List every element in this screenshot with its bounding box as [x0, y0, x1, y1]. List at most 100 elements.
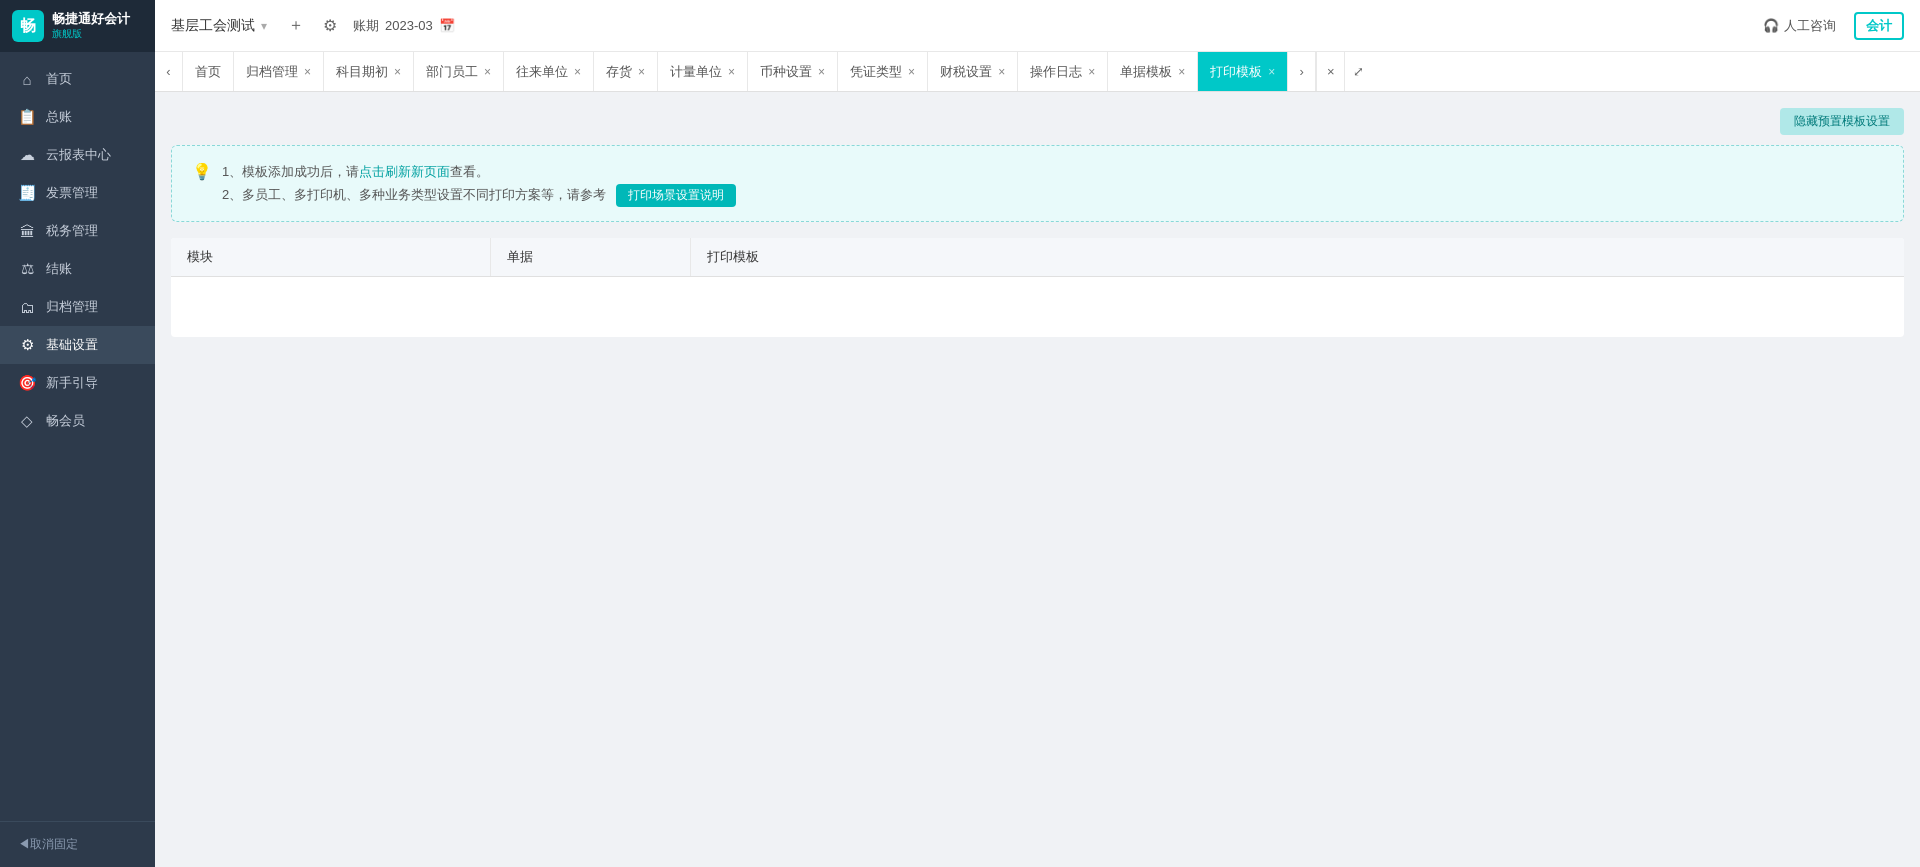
topbar-actions: ＋ ⚙ [283, 13, 343, 39]
nav-label-invoice: 发票管理 [46, 184, 98, 202]
tab-close-all-button[interactable]: × [1316, 52, 1344, 92]
sidebar: 畅 畅捷通好会计 旗舰版 ⌂ 首页 📋 总账 ☁云报表中心🧾发票管理 🏛 税务管理 ⚖结账🗂归… [0, 0, 155, 867]
tab-close-unit[interactable]: × [728, 65, 735, 79]
company-name: 基层工会测试 [171, 17, 255, 35]
sidebar-item-tax[interactable]: 🏛 税务管理 [0, 212, 155, 250]
nav-icon-basic: ⚙ [18, 336, 36, 354]
sidebar-item-invoice[interactable]: 🧾发票管理 [0, 174, 155, 212]
tab-label-print_template: 打印模板 [1210, 63, 1262, 81]
hide-template-button[interactable]: 隐藏预置模板设置 [1780, 108, 1904, 135]
tab-close-single_template[interactable]: × [1178, 65, 1185, 79]
tab-close-voucher_type[interactable]: × [908, 65, 915, 79]
tab-close-subject[interactable]: × [394, 65, 401, 79]
tab-label-partner: 往来单位 [516, 63, 568, 81]
tab-label-dept: 部门员工 [426, 63, 478, 81]
tab-label-subject: 科目期初 [336, 63, 388, 81]
tab-label-voucher_type: 凭证类型 [850, 63, 902, 81]
sidebar-item-archive[interactable]: 🗂归档管理 [0, 288, 155, 326]
company-dropdown-icon: ▾ [261, 19, 267, 33]
sidebar-unpin-button[interactable]: ◀取消固定 [0, 821, 155, 867]
tab-op_log[interactable]: 操作日志 × [1018, 52, 1108, 92]
topbar-right: 🎧 人工咨询 会计 [1755, 12, 1904, 40]
refresh-link[interactable]: 点击刷新新页面 [359, 164, 450, 179]
logo-text: 畅捷通好会计 旗舰版 [52, 11, 130, 41]
tab-home[interactable]: 首页 [183, 52, 234, 92]
print-scene-button[interactable]: 打印场景设置说明 [616, 184, 736, 207]
tab-close-partner[interactable]: × [574, 65, 581, 79]
nav-icon-home: ⌂ [18, 71, 36, 88]
info-line1-after: 查看。 [450, 164, 489, 179]
tab-close-tax_settings[interactable]: × [998, 65, 1005, 79]
info-line2-before: 2、多员工、多打印机、多种业务类型设置不同打印方案等，请参考 [222, 187, 606, 202]
settings-button[interactable]: ⚙ [317, 13, 343, 39]
calendar-icon[interactable]: 📅 [439, 18, 455, 33]
sidebar-nav: ⌂ 首页 📋 总账 ☁云报表中心🧾发票管理 🏛 税务管理 ⚖结账🗂归档管理⚙基础设置 🎯 新手引导… [0, 52, 155, 821]
sidebar-item-reports[interactable]: ☁云报表中心 [0, 136, 155, 174]
logo-icon: 畅 [12, 10, 44, 42]
tab-label-archive: 归档管理 [246, 63, 298, 81]
tab-single_template[interactable]: 单据模板 × [1108, 52, 1198, 92]
tab-scroll-right-button[interactable]: › [1288, 52, 1316, 92]
sidebar-item-guide[interactable]: 🎯 新手引导 [0, 364, 155, 402]
company-selector[interactable]: 基层工会测试 ▾ [171, 17, 267, 35]
tab-close-currency[interactable]: × [818, 65, 825, 79]
nav-icon-archive: 🗂 [18, 299, 36, 316]
sidebar-item-close[interactable]: ⚖结账 [0, 250, 155, 288]
col-document: 单据 [491, 238, 691, 276]
sidebar-item-member[interactable]: ◇畅会员 [0, 402, 155, 440]
tab-voucher_type[interactable]: 凭证类型 × [838, 52, 928, 92]
tab-label-single_template: 单据模板 [1120, 63, 1172, 81]
sidebar-item-home[interactable]: ⌂ 首页 [0, 60, 155, 98]
tab-expand-button[interactable]: ⤢ [1344, 52, 1372, 92]
tab-close-dept[interactable]: × [484, 65, 491, 79]
ai-consult-button[interactable]: 🎧 人工咨询 [1755, 13, 1844, 39]
tab-dept[interactable]: 部门员工 × [414, 52, 504, 92]
nav-label-guide: 新手引导 [46, 374, 98, 392]
period-info: 账期 2023-03 📅 [353, 17, 455, 35]
nav-icon-ledger: 📋 [18, 108, 36, 126]
nav-icon-tax: 🏛 [18, 223, 36, 240]
headset-icon: 🎧 [1763, 18, 1779, 33]
tab-label-tax_settings: 财税设置 [940, 63, 992, 81]
tab-unit[interactable]: 计量单位 × [658, 52, 748, 92]
tab-partner[interactable]: 往来单位 × [504, 52, 594, 92]
nav-label-tax: 税务管理 [46, 222, 98, 240]
tab-archive[interactable]: 归档管理 × [234, 52, 324, 92]
tab-inventory[interactable]: 存货× [594, 52, 658, 92]
table-body [171, 277, 1904, 337]
nav-label-reports: 云报表中心 [46, 146, 111, 164]
nav-icon-guide: 🎯 [18, 374, 36, 392]
tab-close-print_template[interactable]: × [1268, 65, 1275, 79]
add-tab-button[interactable]: ＋ [283, 13, 309, 39]
tab-tax_settings[interactable]: 财税设置 × [928, 52, 1018, 92]
tab-close-op_log[interactable]: × [1088, 65, 1095, 79]
nav-label-member: 畅会员 [46, 412, 85, 430]
info-line1-before: 1、模板添加成功后，请 [222, 164, 359, 179]
tab-scroll-left-button[interactable]: ‹ [155, 52, 183, 92]
period-label: 账期 [353, 17, 379, 35]
tab-label-unit: 计量单位 [670, 63, 722, 81]
logo-title: 畅捷通好会计 [52, 11, 130, 27]
logo-subtitle: 旗舰版 [52, 27, 130, 41]
table-header: 模块 单据 打印模板 [171, 238, 1904, 277]
nav-label-ledger: 总账 [46, 108, 72, 126]
nav-icon-close: ⚖ [18, 260, 36, 278]
main-area: 基层工会测试 ▾ ＋ ⚙ 账期 2023-03 📅 🎧 人工咨询 会计 ‹首页归… [155, 0, 1920, 867]
tab-label-currency: 币种设置 [760, 63, 812, 81]
tabbar: ‹首页归档管理×科目期初×部门员工×往来单位×存货×计量单位×币种设置×凭证类型… [155, 52, 1920, 92]
account-button[interactable]: 会计 [1854, 12, 1904, 40]
info-line1: 1、模板添加成功后，请点击刷新新页面查看。 [222, 160, 742, 183]
topbar: 基层工会测试 ▾ ＋ ⚙ 账期 2023-03 📅 🎧 人工咨询 会计 [155, 0, 1920, 52]
sidebar-item-ledger[interactable]: 📋 总账 [0, 98, 155, 136]
tab-subject[interactable]: 科目期初 × [324, 52, 414, 92]
tab-print_template[interactable]: 打印模板 × [1198, 52, 1288, 92]
tab-currency[interactable]: 币种设置 × [748, 52, 838, 92]
col-template: 打印模板 [691, 238, 1904, 276]
print-template-table: 模块 单据 打印模板 [171, 238, 1904, 337]
sidebar-item-basic[interactable]: ⚙基础设置 [0, 326, 155, 364]
sidebar-logo: 畅 畅捷通好会计 旗舰版 [0, 0, 155, 52]
tab-label-op_log: 操作日志 [1030, 63, 1082, 81]
nav-label-home: 首页 [46, 70, 72, 88]
tab-close-archive[interactable]: × [304, 65, 311, 79]
tab-close-inventory[interactable]: × [638, 65, 645, 79]
